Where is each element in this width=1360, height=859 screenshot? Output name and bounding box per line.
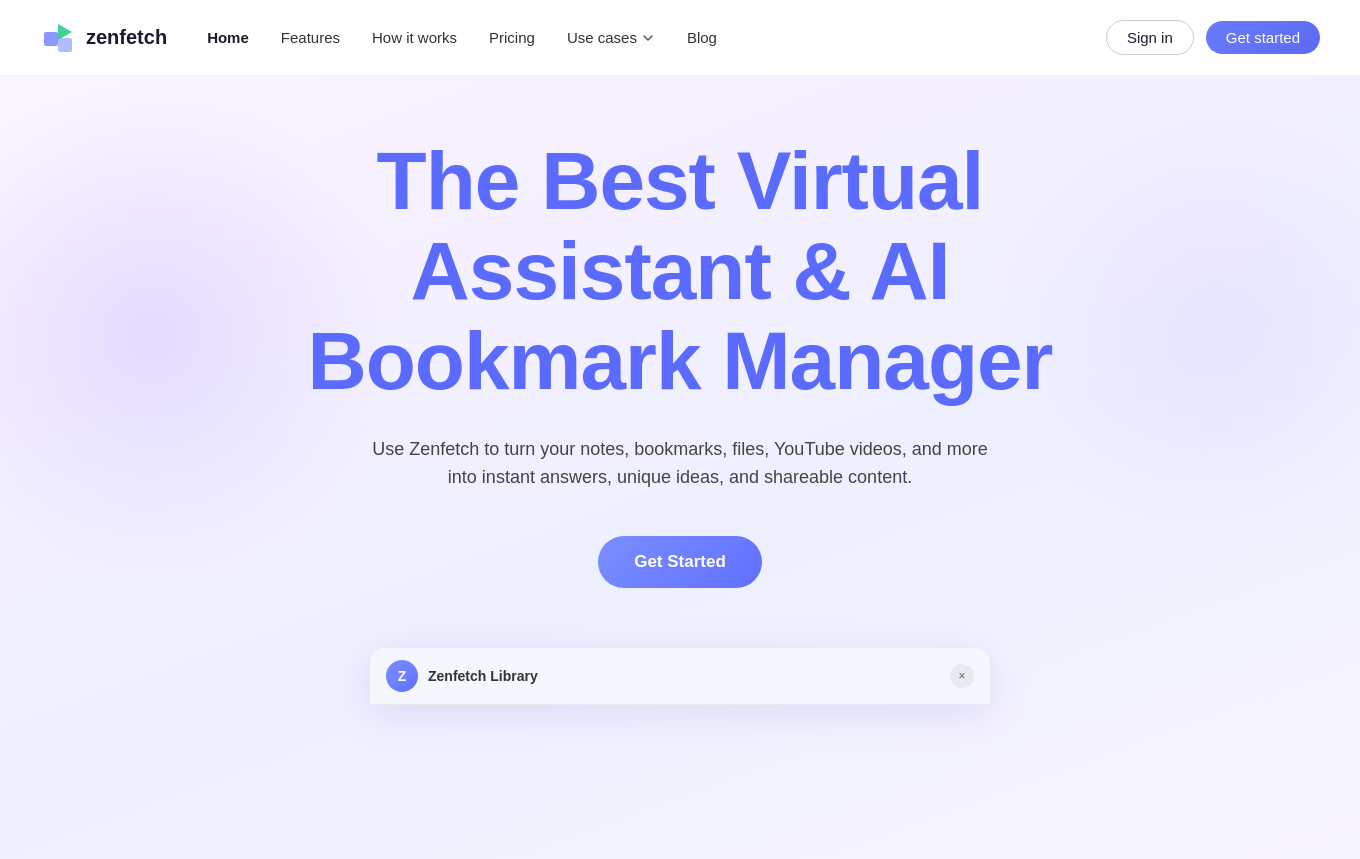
navbar: zenfetch Home Features How it works Pric… xyxy=(0,0,1360,76)
svg-rect-0 xyxy=(44,32,58,46)
get-started-hero-button[interactable]: Get Started xyxy=(598,536,762,588)
use-cases-chevron-icon xyxy=(641,31,655,45)
nav-link-blog[interactable]: Blog xyxy=(687,29,717,46)
get-started-nav-button[interactable]: Get started xyxy=(1206,21,1320,54)
logo-icon xyxy=(40,20,76,56)
hero-section: The Best Virtual Assistant & AI Bookmark… xyxy=(0,0,1360,859)
hero-subtitle: Use Zenfetch to turn your notes, bookmar… xyxy=(370,435,990,493)
app-window-title: Zenfetch Library xyxy=(428,668,538,684)
svg-rect-2 xyxy=(58,38,72,52)
svg-marker-1 xyxy=(58,24,72,40)
logo-link[interactable]: zenfetch xyxy=(40,20,167,56)
hero-title: The Best Virtual Assistant & AI Bookmark… xyxy=(307,136,1052,407)
brand-name: zenfetch xyxy=(86,26,167,49)
nav-link-features[interactable]: Features xyxy=(281,29,340,46)
app-window-header: Z Zenfetch Library × xyxy=(370,648,990,705)
nav-actions: Sign in Get started xyxy=(1106,20,1320,55)
app-avatar: Z xyxy=(386,660,418,692)
nav-link-pricing[interactable]: Pricing xyxy=(489,29,535,46)
nav-link-use-cases[interactable]: Use cases xyxy=(567,29,655,46)
nav-links: Home Features How it works Pricing Use c… xyxy=(207,29,717,46)
sign-in-button[interactable]: Sign in xyxy=(1106,20,1194,55)
app-window-close-button[interactable]: × xyxy=(950,664,974,688)
app-preview: Z Zenfetch Library × xyxy=(0,648,1360,705)
nav-link-how-it-works[interactable]: How it works xyxy=(372,29,457,46)
nav-link-home[interactable]: Home xyxy=(207,29,249,46)
nav-left: zenfetch Home Features How it works Pric… xyxy=(40,20,717,56)
app-window: Z Zenfetch Library × xyxy=(370,648,990,705)
hero-content: The Best Virtual Assistant & AI Bookmark… xyxy=(230,76,1130,628)
